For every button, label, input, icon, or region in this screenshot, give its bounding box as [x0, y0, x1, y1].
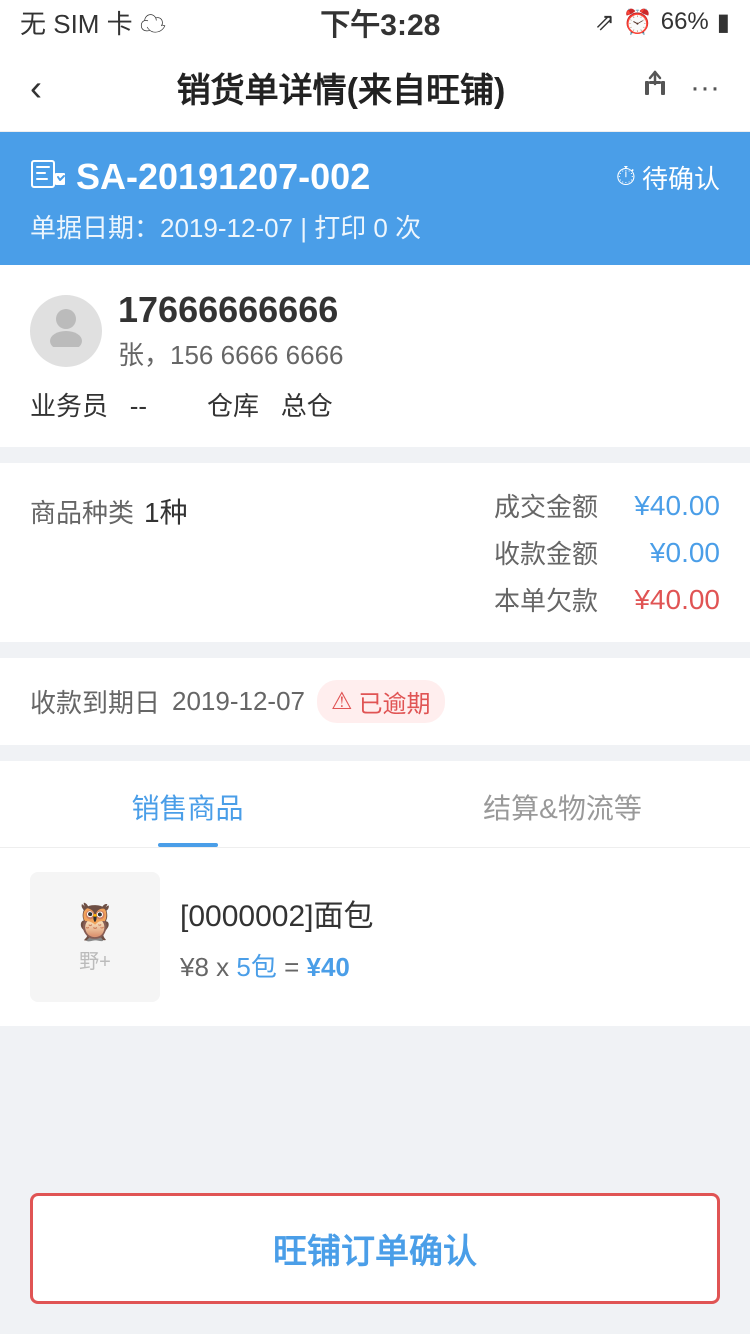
back-button[interactable]: ‹ — [30, 67, 42, 109]
nav-actions: ··· — [640, 69, 720, 107]
due-section: 收款到期日 2019-12-07 ⚠ 已逾期 — [0, 658, 750, 745]
status-bar: 无 SIM 卡 ☁ 下午3:28 ⇗ ⏰ 66% ▮ — [0, 0, 750, 44]
avatar-icon — [44, 303, 88, 358]
product-info: [0000002]面包 ¥8 x 5包 = ¥40 — [180, 891, 720, 984]
received-value: ¥0.00 — [610, 537, 720, 569]
product-section: 🦉 野+ [0000002]面包 ¥8 x 5包 = ¥40 — [0, 848, 750, 1026]
customer-details: 17666666666 张，156 6666 6666 — [118, 289, 344, 372]
more-icon[interactable]: ··· — [690, 71, 720, 105]
stats-section: 商品种类 1种 成交金额 ¥40.00 收款金额 ¥0.00 本单欠款 ¥40.… — [0, 463, 750, 642]
product-name: [0000002]面包 — [180, 891, 720, 935]
due-date-value: 2019-12-07 — [172, 686, 305, 717]
nav-bar: ‹ 销货单详情(来自旺铺) ··· — [0, 44, 750, 132]
category-label: 商品种类 — [30, 493, 134, 530]
battery-text: 66% — [661, 8, 709, 36]
owed-label: 本单欠款 — [494, 581, 598, 618]
owed-value: ¥40.00 — [610, 584, 720, 616]
owed-row: 本单欠款 ¥40.00 — [494, 581, 720, 618]
share-icon[interactable] — [640, 69, 670, 107]
customer-phone: 17666666666 — [118, 289, 344, 331]
status-right: ⇗ ⏰ 66% ▮ — [595, 8, 730, 37]
clock-icon: ⏱ — [616, 161, 636, 193]
salesperson-label: 业务员 — [30, 391, 108, 421]
product-price: ¥8 x 5包 = ¥40 — [180, 947, 720, 984]
deal-amount-label: 成交金额 — [494, 487, 598, 524]
order-number: SA-20191207-002 — [30, 156, 370, 198]
customer-meta: 业务员 -- 仓库 总仓 — [30, 386, 720, 423]
bottom-action: 旺铺订单确认 — [0, 1177, 750, 1334]
customer-name: 张，156 6666 6666 — [118, 335, 344, 372]
avatar — [30, 295, 102, 367]
warehouse-field: 仓库 总仓 — [207, 386, 333, 423]
deal-amount-row: 成交金额 ¥40.00 — [494, 487, 720, 524]
overdue-text: 已逾期 — [359, 684, 431, 719]
order-header-top: SA-20191207-002 ⏱ 待确认 — [30, 156, 720, 198]
stats-left: 商品种类 1种 — [30, 487, 494, 531]
order-status: ⏱ 待确认 — [616, 159, 720, 196]
category-value: 1种 — [144, 491, 188, 531]
received-label: 收款金额 — [494, 534, 598, 571]
salesperson-value: -- — [130, 391, 147, 421]
unit-price: ¥8 — [180, 952, 209, 982]
due-date-label: 收款到期日 — [30, 683, 160, 720]
multiply-sign: x — [216, 952, 236, 982]
total-price: ¥40 — [307, 952, 350, 982]
order-date: 单据日期：2019-12-07 | 打印 0 次 — [30, 208, 720, 245]
product-thumbnail: 🦉 野+ — [30, 872, 160, 1002]
status-time: 下午3:28 — [320, 0, 440, 44]
stats-right: 成交金额 ¥40.00 收款金额 ¥0.00 本单欠款 ¥40.00 — [494, 487, 720, 618]
received-row: 收款金额 ¥0.00 — [494, 534, 720, 571]
overdue-icon: ⚠ — [331, 687, 353, 716]
customer-row: 17666666666 张，156 6666 6666 — [30, 289, 720, 372]
tab-settlement-logistics[interactable]: 结算&物流等 — [375, 761, 750, 847]
customer-section: 17666666666 张，156 6666 6666 业务员 -- 仓库 总仓 — [0, 265, 750, 447]
deal-amount-value: ¥40.00 — [610, 490, 720, 522]
tabs: 销售商品 结算&物流等 — [0, 761, 750, 848]
warehouse-label: 仓库 — [207, 391, 259, 421]
order-header: SA-20191207-002 ⏱ 待确认 单据日期：2019-12-07 | … — [0, 132, 750, 265]
battery-icon: ▮ — [717, 8, 730, 37]
alarm-icon: ⏰ — [623, 8, 653, 37]
page-title: 销货单详情(来自旺铺) — [177, 63, 506, 112]
status-left: 无 SIM 卡 ☁ — [20, 4, 166, 41]
equals-sign: = — [284, 952, 306, 982]
salesperson-field: 业务员 -- — [30, 386, 147, 423]
location-icon: ⇗ — [595, 8, 615, 37]
order-icon — [30, 156, 66, 198]
warehouse-value: 总仓 — [281, 391, 333, 421]
confirm-order-button[interactable]: 旺铺订单确认 — [30, 1193, 720, 1304]
tab-sales-products[interactable]: 销售商品 — [0, 761, 375, 847]
overdue-badge: ⚠ 已逾期 — [317, 680, 445, 723]
no-sim-text: 无 SIM 卡 ☁ — [20, 4, 166, 41]
quantity: 5包 — [236, 952, 276, 982]
product-thumb-logo: 🦉 野+ — [73, 901, 118, 974]
